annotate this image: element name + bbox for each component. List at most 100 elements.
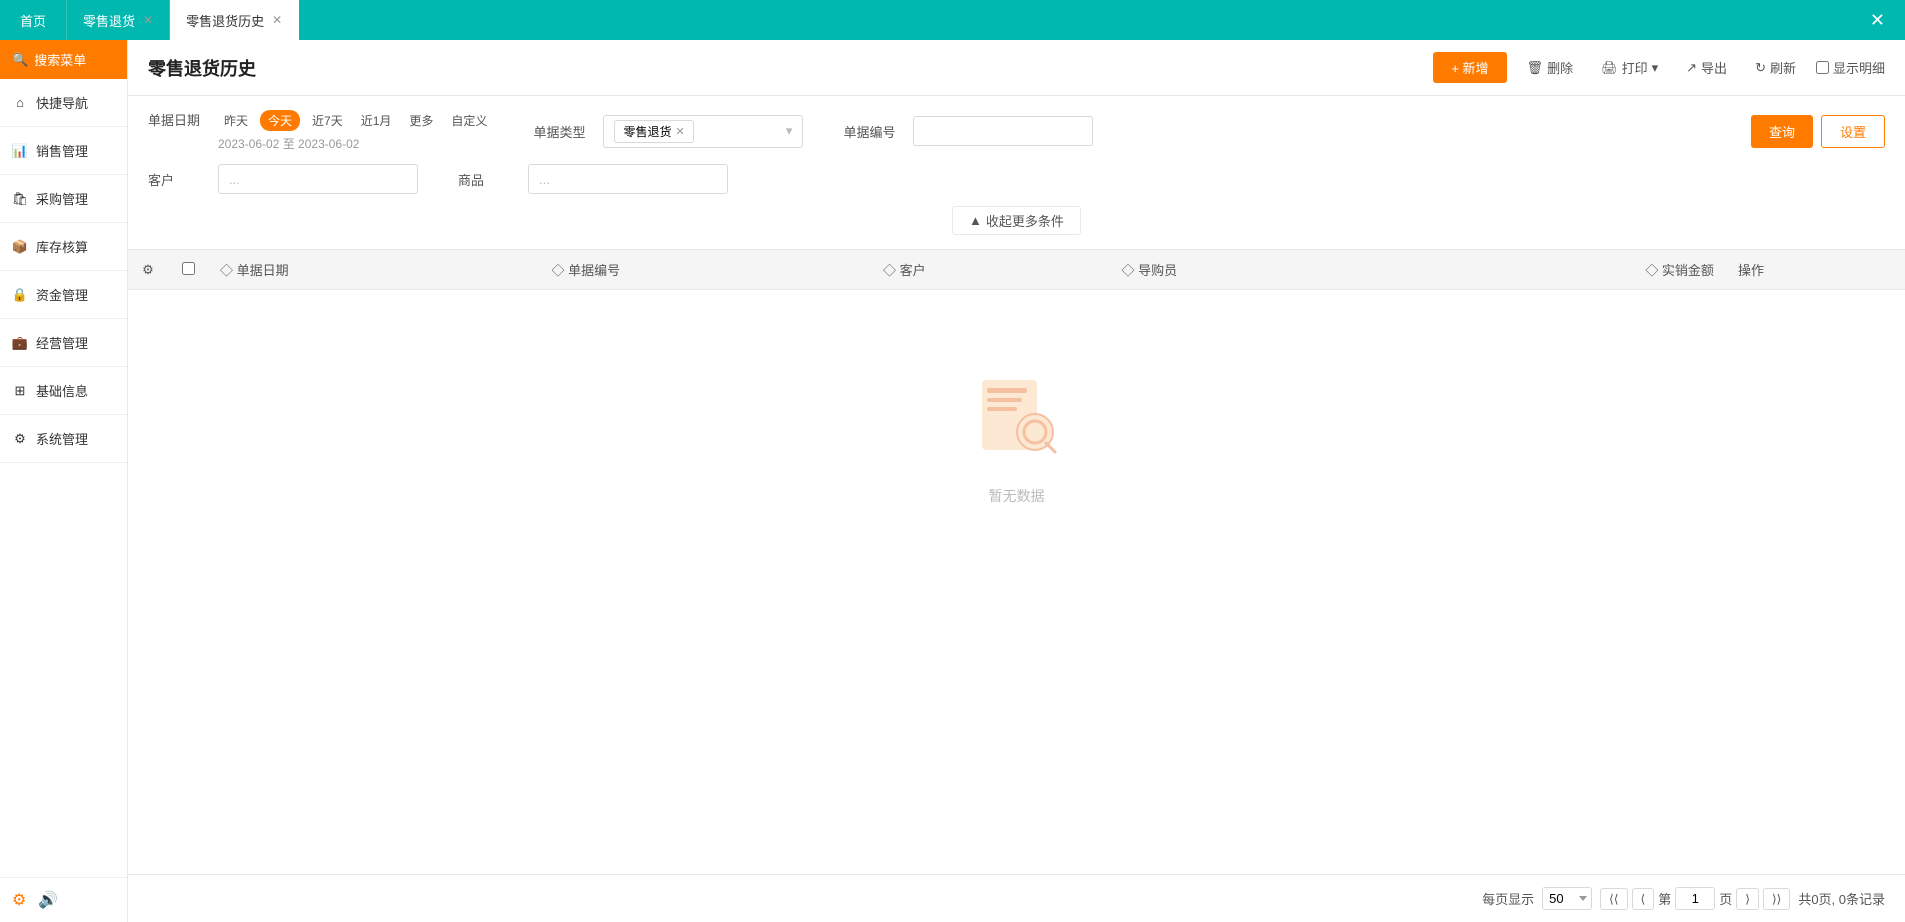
date-btn-1month[interactable]: 近1月 xyxy=(355,110,398,131)
delete-button[interactable]: 🗑 删除 xyxy=(1519,54,1582,81)
customer-input[interactable]: ... xyxy=(218,164,418,194)
type-filter-group: 单据类型 零售退货 ✕ ▾ xyxy=(533,115,803,148)
content-area: 零售退货历史 + 新增 🗑 删除 🖨 打印 ▾ ↗ 导出 ↻ xyxy=(128,40,1905,922)
main-layout: 🔍 搜索菜单 ⌂ 快捷导航 📊 销售管理 🛍 采购管理 📦 库存核算 🔒 资金管… xyxy=(0,40,1905,922)
product-filter-label: 商品 xyxy=(458,170,518,189)
product-placeholder: ... xyxy=(539,172,550,187)
settings-icon[interactable]: ⚙ xyxy=(142,262,154,277)
sidebar-item-basic-info[interactable]: ⊞ 基础信息 xyxy=(0,367,127,415)
date-btn-7days[interactable]: 近7天 xyxy=(306,110,349,131)
empty-state: 暂无数据 xyxy=(128,290,1905,586)
th-voucher-no: ◇ 单据编号 xyxy=(540,250,872,290)
type-selector[interactable]: 零售退货 ✕ ▾ xyxy=(603,115,803,148)
customer-filter-label: 客户 xyxy=(148,170,208,189)
grid-icon: ⊞ xyxy=(12,383,28,399)
date-btn-yesterday[interactable]: 昨天 xyxy=(218,110,254,131)
date-btn-custom[interactable]: 自定义 xyxy=(445,110,493,131)
sidebar-item-inventory[interactable]: 📦 库存核算 xyxy=(0,223,127,271)
sidebar-item-quick-nav[interactable]: ⌂ 快捷导航 xyxy=(0,79,127,127)
th-checkbox[interactable] xyxy=(168,250,208,290)
voucher-input[interactable] xyxy=(913,116,1093,146)
export-button[interactable]: ↗ 导出 xyxy=(1678,54,1735,81)
th-customer-label: ◇ 客户 xyxy=(883,263,926,278)
sidebar-item-purchase-label: 采购管理 xyxy=(36,189,88,208)
filter-setting-button[interactable]: 设置 xyxy=(1821,115,1885,148)
home-icon: ⌂ xyxy=(12,95,28,111)
top-tab-bar: 首页 零售退货 ✕ 零售退货历史 ✕ ✕ xyxy=(0,0,1905,40)
th-action: 操作 xyxy=(1726,250,1905,290)
sound-icon[interactable]: 🔊 xyxy=(38,890,58,910)
print-icon: 🖨 xyxy=(1601,60,1618,76)
date-filter-group: 单据日期 昨天 今天 近7天 近1月 更多 自定义 2023-06-02 至 2… xyxy=(148,110,493,152)
sidebar-item-finance-label: 资金管理 xyxy=(36,285,88,304)
page-number-input[interactable] xyxy=(1675,887,1715,910)
display-toggle-label: 显示明细 xyxy=(1833,58,1885,77)
sidebar-item-basic-info-label: 基础信息 xyxy=(36,381,88,400)
sidebar-item-purchase[interactable]: 🛍 采购管理 xyxy=(0,175,127,223)
tab-retail-return-close[interactable]: ✕ xyxy=(143,13,153,27)
page-header: 零售退货历史 + 新增 🗑 删除 🖨 打印 ▾ ↗ 导出 ↻ xyxy=(128,40,1905,96)
voucher-filter-group: 单据编号 xyxy=(843,116,1093,146)
page-size-label: 每页显示 xyxy=(1482,889,1534,908)
gear-icon[interactable]: ⚙ xyxy=(12,890,26,910)
sidebar-item-finance[interactable]: 🔒 资金管理 xyxy=(0,271,127,319)
sidebar-item-operations[interactable]: 💼 经营管理 xyxy=(0,319,127,367)
date-btn-today[interactable]: 今天 xyxy=(260,110,300,131)
sidebar-item-sales-label: 销售管理 xyxy=(36,141,88,160)
total-info: 共0页, 0条记录 xyxy=(1798,889,1885,908)
tab-retail-return-label: 零售退货 xyxy=(83,11,135,30)
sidebar-item-quick-nav-label: 快捷导航 xyxy=(36,93,88,112)
data-table: ⚙ ◇ 单据日期 ◇ 单据编号 ◇ 客户 xyxy=(128,250,1905,290)
query-button[interactable]: 查询 xyxy=(1751,115,1813,148)
select-all-checkbox[interactable] xyxy=(182,262,195,275)
collapse-button[interactable]: ▲ 收起更多条件 xyxy=(952,206,1081,235)
filter-actions: 查询 设置 xyxy=(1751,115,1885,148)
sidebar-bottom: ⚙ 🔊 xyxy=(0,877,127,922)
page-label: 第 xyxy=(1658,889,1671,908)
page-size-select[interactable]: 50 10 20 100 xyxy=(1542,887,1592,910)
tab-retail-return-history-close[interactable]: ✕ xyxy=(272,13,282,27)
tab-retail-return[interactable]: 零售退货 ✕ xyxy=(67,0,170,40)
refresh-button[interactable]: ↻ 刷新 xyxy=(1747,54,1804,81)
type-tag-remove[interactable]: ✕ xyxy=(675,125,684,138)
type-tag-value: 零售退货 xyxy=(623,123,671,140)
window-close-icon[interactable]: ✕ xyxy=(1870,10,1885,30)
th-amount: ◇ 实销金额 xyxy=(1394,250,1726,290)
tab-retail-return-history[interactable]: 零售退货历史 ✕ xyxy=(170,0,299,40)
chart-icon: 📊 xyxy=(12,143,28,159)
filter-area: 单据日期 昨天 今天 近7天 近1月 更多 自定义 2023-06-02 至 2… xyxy=(128,96,1905,250)
sidebar-item-sales[interactable]: 📊 销售管理 xyxy=(0,127,127,175)
page-nav: ⟨⟨ ⟨ 第 页 ⟩ ⟩⟩ xyxy=(1600,887,1790,910)
delete-label: 删除 xyxy=(1547,58,1573,77)
sidebar: 🔍 搜索菜单 ⌂ 快捷导航 📊 销售管理 🛍 采购管理 📦 库存核算 🔒 资金管… xyxy=(0,40,128,922)
add-button[interactable]: + 新增 xyxy=(1433,52,1506,83)
top-bar-right: ✕ xyxy=(1870,10,1905,31)
voucher-filter-label: 单据编号 xyxy=(843,122,903,141)
product-input[interactable]: ... xyxy=(528,164,728,194)
print-dropdown-icon: ▾ xyxy=(1652,60,1659,76)
display-toggle-checkbox[interactable] xyxy=(1816,61,1829,74)
sidebar-search[interactable]: 🔍 搜索菜单 xyxy=(0,40,127,79)
type-dropdown-icon[interactable]: ▾ xyxy=(786,123,793,139)
tab-home[interactable]: 首页 xyxy=(0,0,67,40)
print-label: 打印 xyxy=(1622,58,1648,77)
warehouse-icon: 📦 xyxy=(12,239,28,255)
print-button[interactable]: 🖨 打印 ▾ xyxy=(1593,54,1666,81)
date-btn-more[interactable]: 更多 xyxy=(403,110,439,131)
header-actions: + 新增 🗑 删除 🖨 打印 ▾ ↗ 导出 ↻ 刷新 xyxy=(1433,52,1885,83)
sidebar-item-operations-label: 经营管理 xyxy=(36,333,88,352)
th-settings[interactable]: ⚙ xyxy=(128,250,168,290)
collapse-label: 收起更多条件 xyxy=(986,211,1064,230)
system-settings-icon: ⚙ xyxy=(12,431,28,447)
display-toggle[interactable]: 显示明细 xyxy=(1816,58,1885,77)
page-prev-button[interactable]: ⟨ xyxy=(1632,888,1655,910)
page-last-button[interactable]: ⟩⟩ xyxy=(1763,888,1790,910)
table-wrap: ⚙ ◇ 单据日期 ◇ 单据编号 ◇ 客户 xyxy=(128,250,1905,874)
delete-icon: 🗑 xyxy=(1527,60,1544,76)
th-amount-label: ◇ 实销金额 xyxy=(1645,263,1714,278)
page-first-button[interactable]: ⟨⟨ xyxy=(1600,888,1627,910)
sidebar-item-system[interactable]: ⚙ 系统管理 xyxy=(0,415,127,463)
tab-home-label: 首页 xyxy=(20,11,46,30)
page-next-button[interactable]: ⟩ xyxy=(1736,888,1759,910)
filter-row-1: 单据日期 昨天 今天 近7天 近1月 更多 自定义 2023-06-02 至 2… xyxy=(148,110,1885,152)
